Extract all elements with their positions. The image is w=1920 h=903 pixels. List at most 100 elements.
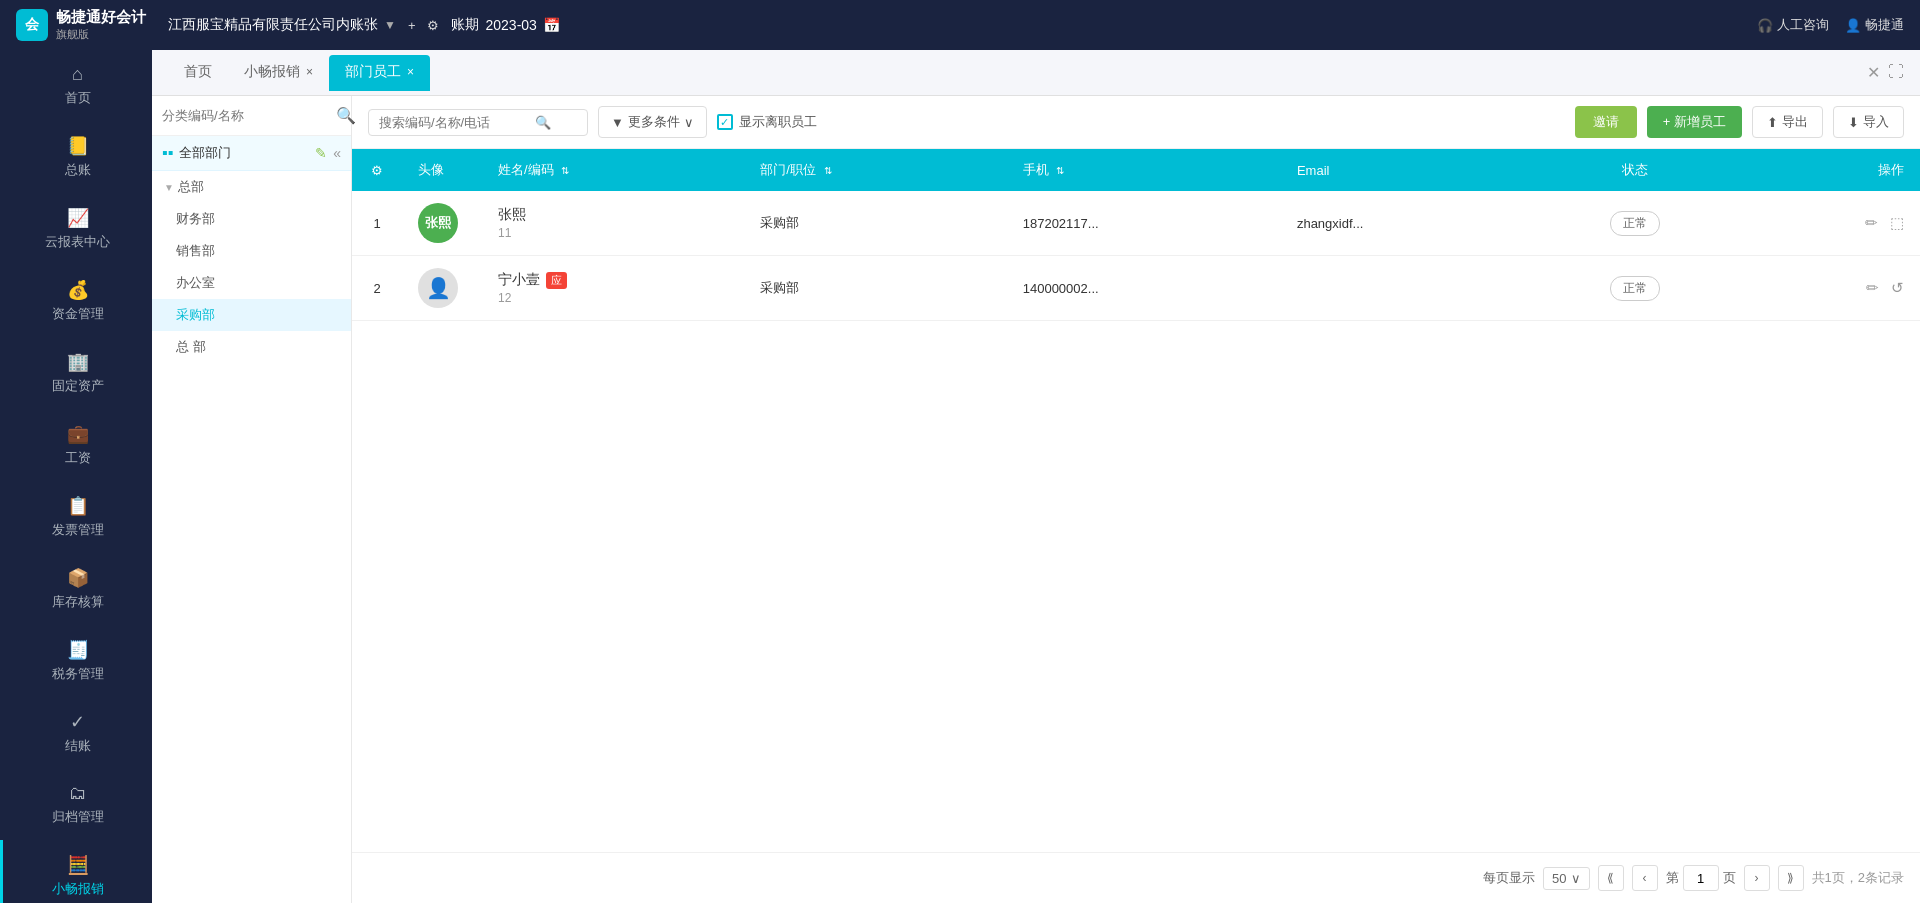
sidebar-item-general-ledger[interactable]: 📒 总账 — [0, 121, 152, 193]
invite-button[interactable]: 邀请 — [1575, 106, 1637, 138]
row2-edit-icon[interactable]: ✏ — [1866, 279, 1879, 297]
gear-icon: ⚙ — [427, 18, 439, 33]
dept-search-icon[interactable]: 🔍 — [336, 106, 356, 125]
total-records: 共1页，2条记录 — [1812, 869, 1904, 887]
checkbox-icon: ✓ — [717, 114, 733, 130]
period-label: 账期 — [451, 16, 479, 34]
page-size-selector[interactable]: 50 ∨ — [1543, 867, 1589, 890]
window-close-icon[interactable]: ✕ — [1867, 63, 1880, 82]
employees-data-table: ⚙ 头像 姓名/编码 ⇅ 部门/职位 ⇅ — [352, 149, 1920, 321]
calendar-icon[interactable]: 📅 — [543, 17, 560, 33]
prev-page-button[interactable]: ‹ — [1632, 865, 1658, 891]
sidebar-item-close-accounts[interactable]: ✓ 结账 — [0, 697, 152, 769]
dept-panel: 🔍 ▪▪ 全部部门 ✎ « ▼ 总部 财务部 — [152, 96, 352, 903]
archive-icon: 🗂 — [69, 783, 87, 804]
dept-item-sales[interactable]: 销售部 — [152, 235, 351, 267]
sidebar-label-expense: 小畅报销 — [52, 880, 104, 898]
page-size-label: 每页显示 — [1483, 869, 1535, 887]
row2-name: 宁小壹 — [498, 271, 540, 289]
settings-button[interactable]: ⚙ — [427, 18, 439, 33]
logo-area: 会 畅捷通好会计 旗舰版 — [16, 8, 156, 42]
first-page-button[interactable]: ⟪ — [1598, 865, 1624, 891]
dept-collapse-icon[interactable]: « — [333, 145, 341, 161]
sidebar: ⌂ 首页 📒 总账 📈 云报表中心 💰 资金管理 🏢 固定资产 💼 工资 📋 发… — [0, 50, 152, 903]
sidebar-item-payroll[interactable]: 💼 工资 — [0, 409, 152, 481]
company-name: 江西服宝精品有限责任公司内账张 — [168, 16, 378, 34]
report-icon: 📈 — [67, 207, 89, 229]
content-area: 首页 小畅报销 × 部门员工 × ✕ ⛶ 🔍 — [152, 50, 1920, 903]
last-page-button[interactable]: ⟫ — [1778, 865, 1804, 891]
sidebar-item-funds[interactable]: 💰 资金管理 — [0, 265, 152, 337]
show-resigned-checkbox[interactable]: ✓ 显示离职员工 — [717, 113, 817, 131]
table-row: 1 张熙 张熙 11 — [352, 191, 1920, 256]
row1-edit-icon[interactable]: ✏ — [1865, 214, 1878, 232]
row2-refresh-icon[interactable]: ↺ — [1891, 279, 1904, 297]
sidebar-item-reports[interactable]: 📈 云报表中心 — [0, 193, 152, 265]
col-settings[interactable]: ⚙ — [352, 149, 402, 191]
service-button[interactable]: 🎧 人工咨询 — [1757, 16, 1829, 34]
sidebar-item-inventory[interactable]: 📦 库存核算 — [0, 553, 152, 625]
sidebar-item-archive[interactable]: 🗂 归档管理 — [0, 769, 152, 840]
dept-all-label: 全部部门 — [179, 144, 309, 162]
tab-home[interactable]: 首页 — [168, 55, 228, 91]
tax-icon: 🧾 — [67, 639, 89, 661]
service-label: 人工咨询 — [1777, 16, 1829, 34]
row1-delete-icon[interactable]: ⬚ — [1890, 214, 1904, 232]
tab-window-controls: ✕ ⛶ — [1867, 63, 1904, 82]
dept-item-office[interactable]: 办公室 — [152, 267, 351, 299]
filter-button[interactable]: ▼ 更多条件 ∨ — [598, 106, 707, 138]
add-employee-button[interactable]: + 新增员工 — [1647, 106, 1742, 138]
period-info: 账期 2023-03 📅 — [451, 16, 559, 34]
tab-employees-close-icon[interactable]: × — [407, 65, 414, 79]
assets-icon: 🏢 — [67, 351, 89, 373]
employee-search-icon[interactable]: 🔍 — [535, 115, 551, 130]
filter-icon: ▼ — [611, 115, 624, 130]
sidebar-label-payroll: 工资 — [65, 449, 91, 467]
dept-grid-icon: ▪▪ — [162, 144, 173, 162]
close-accounts-icon: ✓ — [70, 711, 85, 733]
user-label: 畅捷通 — [1865, 16, 1904, 34]
sidebar-item-assets[interactable]: 🏢 固定资产 — [0, 337, 152, 409]
page-size-chevron-icon: ∨ — [1571, 871, 1581, 886]
row1-status-badge: 正常 — [1610, 211, 1660, 236]
employee-search-input[interactable] — [379, 115, 529, 130]
dept-all-departments[interactable]: ▪▪ 全部部门 ✎ « — [152, 136, 351, 171]
sidebar-item-invoice[interactable]: 📋 发票管理 — [0, 481, 152, 553]
import-button[interactable]: ⬇ 导入 — [1833, 106, 1904, 138]
logo-icon: 会 — [16, 9, 48, 41]
next-page-button[interactable]: › — [1744, 865, 1770, 891]
page-number-input[interactable] — [1683, 865, 1719, 891]
home-icon: ⌂ — [72, 64, 83, 85]
tab-expense[interactable]: 小畅报销 × — [228, 55, 329, 91]
add-button[interactable]: + — [408, 18, 416, 33]
expand-arrow-icon: ▼ — [164, 182, 174, 193]
window-expand-icon[interactable]: ⛶ — [1888, 63, 1904, 82]
sidebar-item-expense[interactable]: 🧮 小畅报销 — [0, 840, 152, 903]
col-avatar: 头像 — [402, 149, 482, 191]
col-phone[interactable]: 手机 ⇅ — [1007, 149, 1281, 191]
col-name-code[interactable]: 姓名/编码 ⇅ — [482, 149, 744, 191]
dept-item-purchasing[interactable]: 采购部 — [152, 299, 351, 331]
headset-icon: 🎧 — [1757, 18, 1773, 33]
dept-item-general-hq[interactable]: 总 部 — [152, 331, 351, 363]
expense-icon: 🧮 — [67, 854, 89, 876]
dropdown-arrow-icon: ▼ — [384, 18, 396, 32]
col-dept-position[interactable]: 部门/职位 ⇅ — [744, 149, 1006, 191]
sidebar-item-home[interactable]: ⌂ 首页 — [0, 50, 152, 121]
dept-search-input[interactable] — [162, 108, 330, 123]
tab-expense-close-icon[interactable]: × — [306, 65, 313, 79]
export-button[interactable]: ⬆ 导出 — [1752, 106, 1823, 138]
tab-employees[interactable]: 部门员工 × — [329, 55, 430, 91]
company-selector[interactable]: 江西服宝精品有限责任公司内账张 ▼ — [168, 16, 396, 34]
dept-item-finance[interactable]: 财务部 — [152, 203, 351, 235]
invite-label: 邀请 — [1593, 114, 1619, 129]
sidebar-item-tax[interactable]: 🧾 税务管理 — [0, 625, 152, 697]
row1-actions: ✏ ⬚ — [1740, 191, 1920, 256]
employee-toolbar: 🔍 ▼ 更多条件 ∨ ✓ 显示离职员工 邀请 — [352, 96, 1920, 149]
export-icon: ⬆ — [1767, 115, 1778, 130]
top-header: 会 畅捷通好会计 旗舰版 江西服宝精品有限责任公司内账张 ▼ + ⚙ 账期 20… — [0, 0, 1920, 50]
dept-edit-icon[interactable]: ✎ — [315, 145, 327, 161]
user-button[interactable]: 👤 畅捷通 — [1845, 16, 1904, 34]
main-layout: ⌂ 首页 📒 总账 📈 云报表中心 💰 资金管理 🏢 固定资产 💼 工资 📋 发… — [0, 50, 1920, 903]
dept-item-headquarters[interactable]: ▼ 总部 — [152, 171, 351, 203]
